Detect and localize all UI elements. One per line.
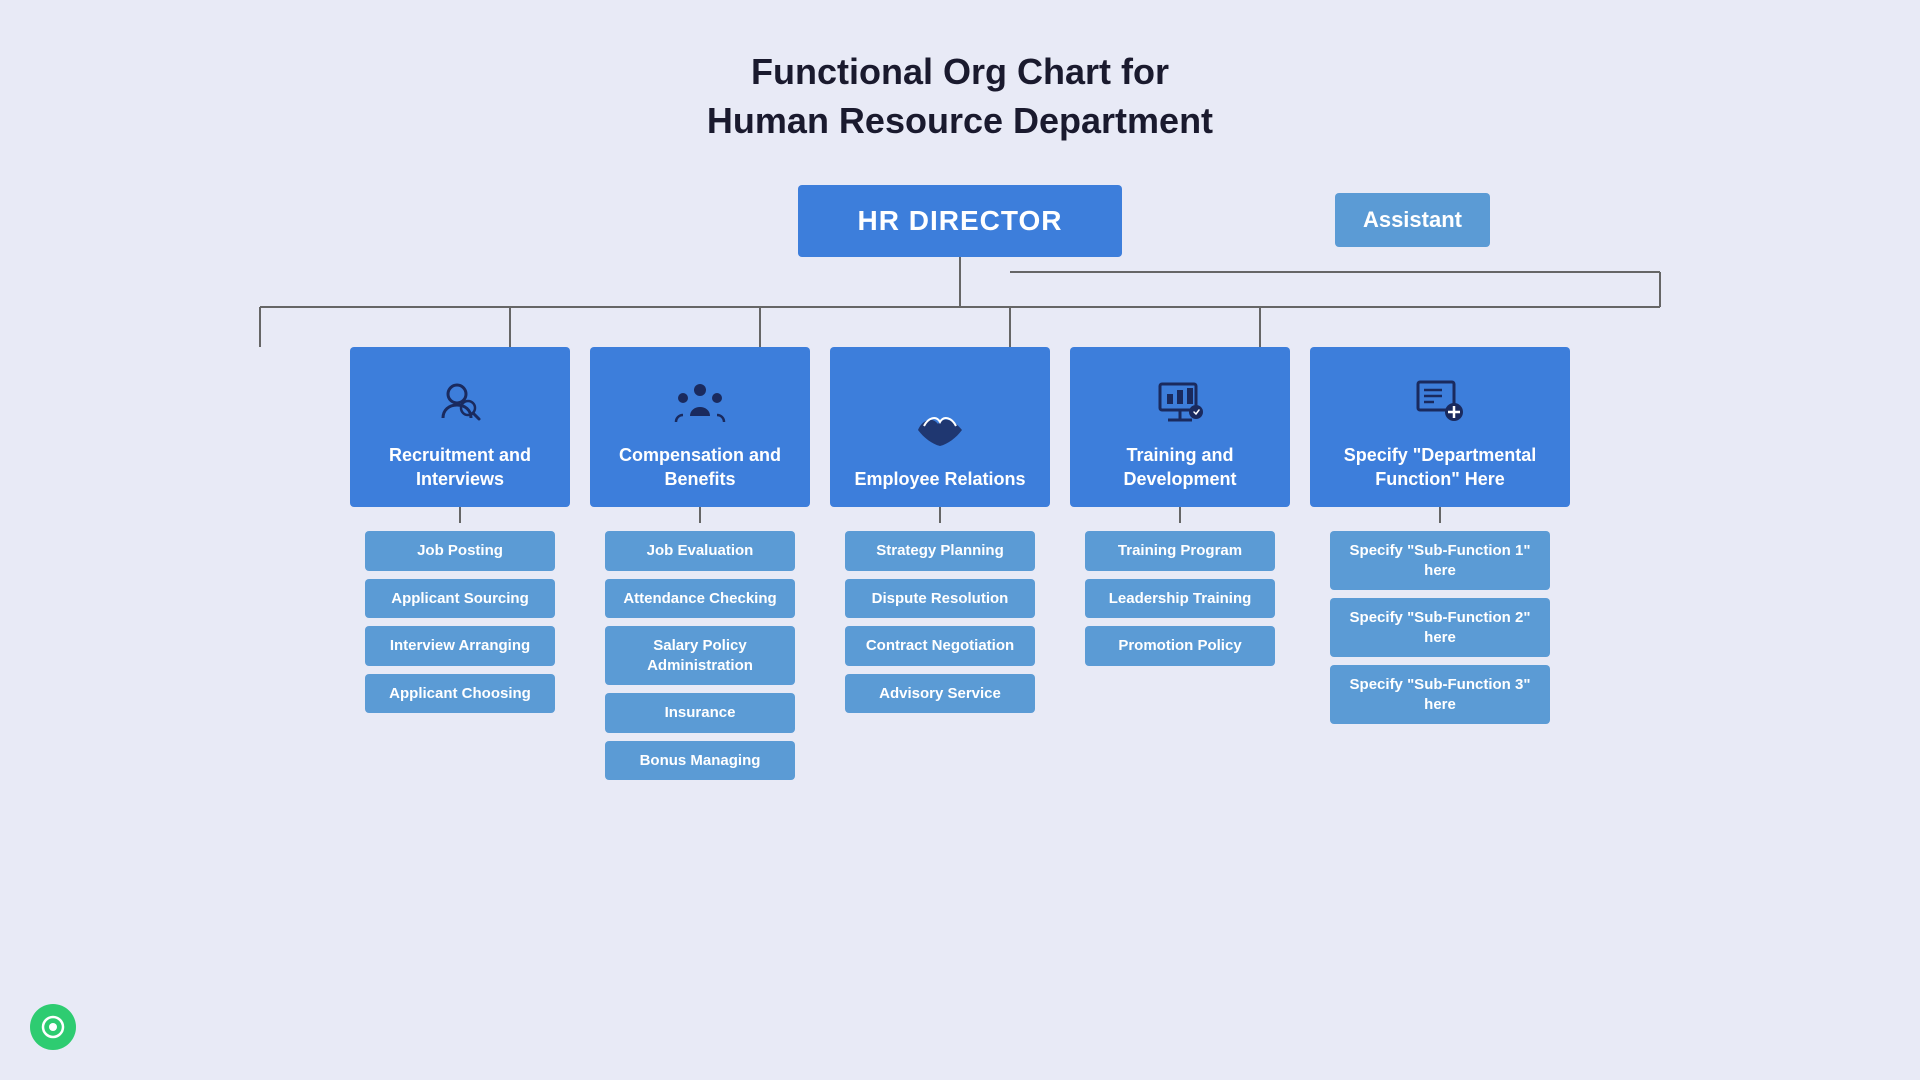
subfunc-item: Applicant Choosing (365, 674, 555, 714)
dept-compensation: Compensation and Benefits Job Evaluation… (590, 347, 810, 780)
training-subfunctions: Training Program Leadership Training Pro… (1070, 507, 1290, 666)
compensation-icon (673, 378, 727, 434)
recruitment-subfunctions: Job Posting Applicant Sourcing Interview… (350, 507, 570, 713)
dept-employee-relations: Employee Relations Strategy Planning Dis… (830, 347, 1050, 780)
specify-label: Specify "Departmental Function" Here (1322, 444, 1558, 491)
assistant-label: Assistant (1363, 207, 1462, 232)
employee-relations-label: Employee Relations (854, 468, 1025, 491)
training-label: Training and Development (1082, 444, 1278, 491)
subfunc-item: Bonus Managing (605, 741, 795, 781)
subfunc-item: Advisory Service (845, 674, 1035, 714)
employee-relations-icon (914, 402, 966, 458)
assistant-box: Assistant (1335, 193, 1490, 247)
bottom-left-icon (30, 1004, 76, 1050)
subfunc-item: Salary Policy Administration (605, 626, 795, 685)
subfunc-item: Leadership Training (1085, 579, 1275, 619)
subfunc-item: Training Program (1085, 531, 1275, 571)
title-line1: Functional Org Chart for (751, 51, 1169, 92)
recruitment-icon (435, 376, 485, 434)
subfunc-item: Attendance Checking (605, 579, 795, 619)
subfunc-item: Specify "Sub-Function 2" here (1330, 598, 1550, 657)
subfunc-item: Specify "Sub-Function 1" here (1330, 531, 1550, 590)
director-box: HR DIRECTOR (798, 185, 1123, 257)
recruitment-label: Recruitment and Interviews (362, 444, 558, 491)
subfunc-item: Promotion Policy (1085, 626, 1275, 666)
compensation-subfunctions: Job Evaluation Attendance Checking Salar… (590, 507, 810, 780)
compensation-label: Compensation and Benefits (602, 444, 798, 491)
subfunc-item: Job Posting (365, 531, 555, 571)
subfunc-item: Dispute Resolution (845, 579, 1035, 619)
page-title: Functional Org Chart for Human Resource … (0, 0, 1920, 145)
subfunc-item: Job Evaluation (605, 531, 795, 571)
dept-training: Training and Development Training Progra… (1070, 347, 1290, 780)
subfunc-item: Interview Arranging (365, 626, 555, 666)
dept-recruitment: Recruitment and Interviews Job Posting A… (350, 347, 570, 780)
training-icon (1154, 376, 1206, 434)
subfunc-item: Contract Negotiation (845, 626, 1035, 666)
subfunc-item: Specify "Sub-Function 3" here (1330, 665, 1550, 724)
title-line2: Human Resource Department (707, 100, 1213, 141)
subfunc-item: Applicant Sourcing (365, 579, 555, 619)
director-label: HR DIRECTOR (858, 205, 1063, 236)
dept-specify: Specify "Departmental Function" Here Spe… (1310, 347, 1570, 780)
subfunc-item: Strategy Planning (845, 531, 1035, 571)
specify-subfunctions: Specify "Sub-Function 1" here Specify "S… (1310, 507, 1570, 724)
connector-lines (150, 257, 1770, 347)
specify-icon (1414, 376, 1466, 434)
subfunc-item: Insurance (605, 693, 795, 733)
employee-relations-subfunctions: Strategy Planning Dispute Resolution Con… (830, 507, 1050, 713)
